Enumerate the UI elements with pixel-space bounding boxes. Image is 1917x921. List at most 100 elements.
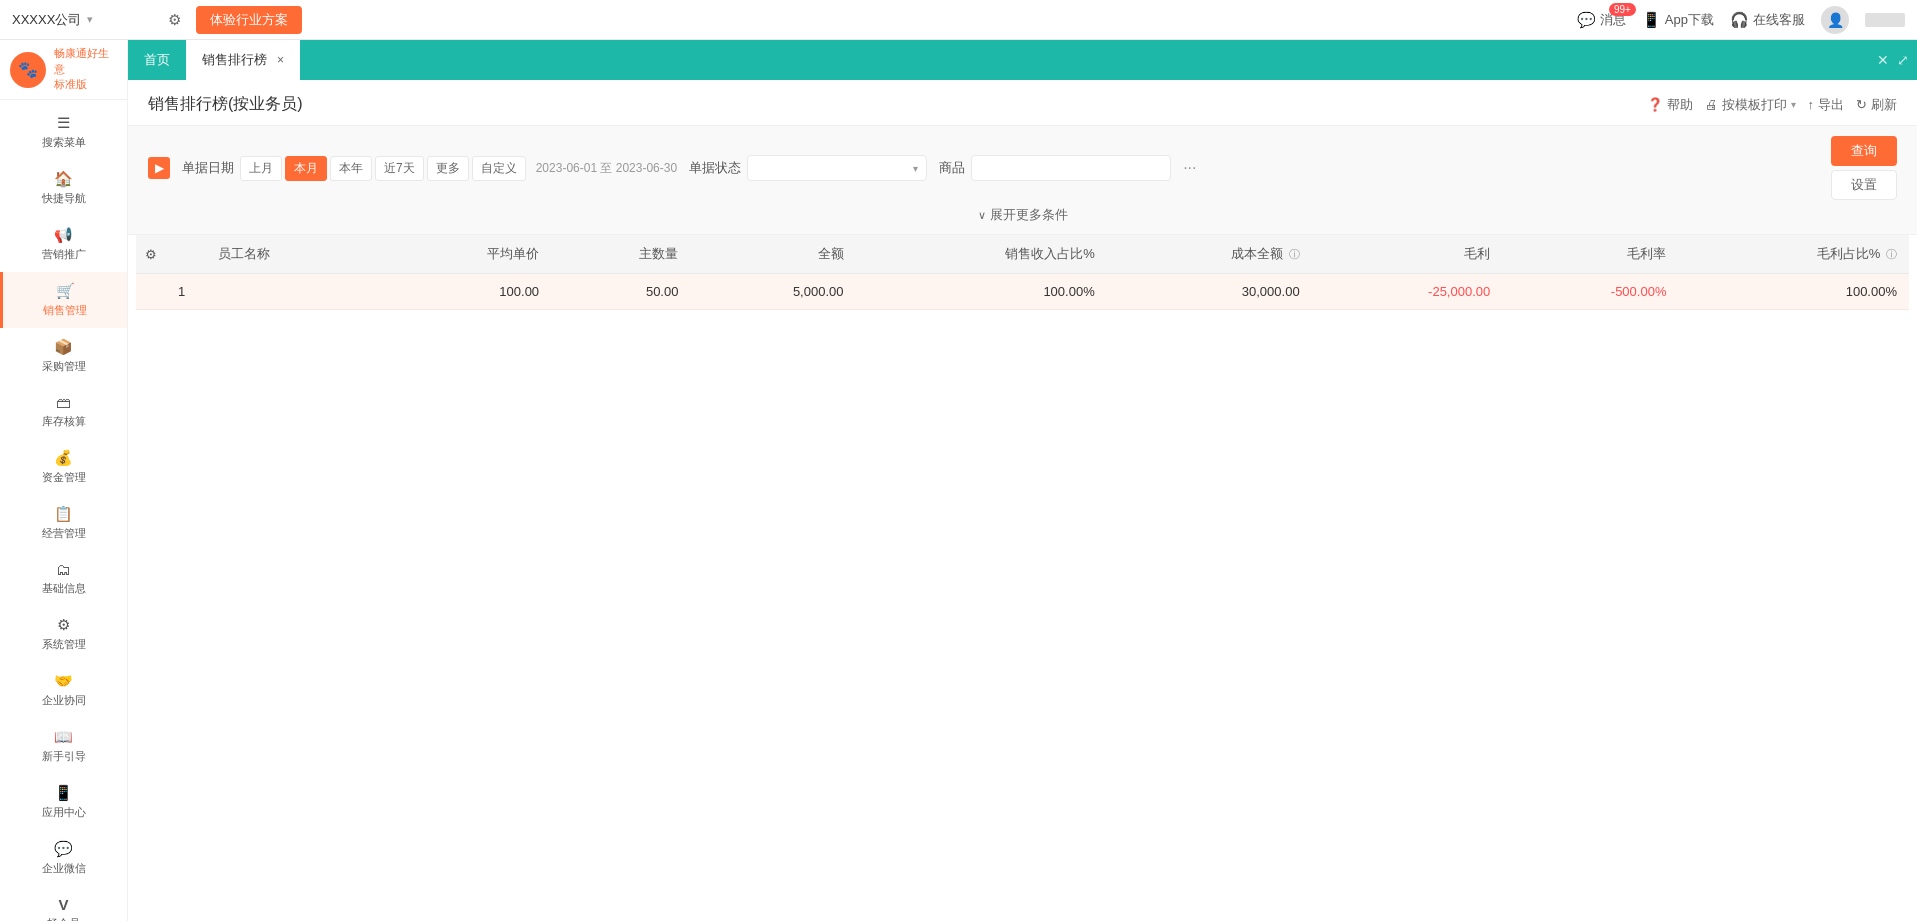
app-center-icon: 📱 bbox=[54, 784, 73, 802]
operations-icon: 📋 bbox=[54, 505, 73, 523]
help-icon: ❓ bbox=[1647, 97, 1663, 112]
message-btn[interactable]: 💬 消息 99+ bbox=[1577, 11, 1626, 29]
sales-icon: 🛒 bbox=[56, 282, 75, 300]
tab-home-label: 首页 bbox=[144, 51, 170, 69]
logo-area: 🐾 畅康通好生意 标准版 bbox=[0, 40, 127, 100]
row-cost-amount: 30,000.00 bbox=[1107, 274, 1312, 310]
sidebar-item-marketing[interactable]: 📢 营销推广 bbox=[0, 216, 127, 272]
status-filter-label: 单据状态 bbox=[689, 159, 741, 177]
sidebar-item-quick-nav[interactable]: 🏠 快捷导航 bbox=[0, 160, 127, 216]
col-gross-rate: 毛利率 bbox=[1502, 235, 1678, 274]
sidebar-item-app-center[interactable]: 📱 应用中心 bbox=[0, 774, 127, 830]
finance-icon: 💰 bbox=[54, 449, 73, 467]
date-filter-label: 单据日期 bbox=[182, 159, 234, 177]
help-btn[interactable]: ❓ 帮助 bbox=[1647, 96, 1693, 114]
status-select[interactable]: ▾ bbox=[747, 155, 927, 181]
table-row: 1 100.00 50.00 5,000.00 100.00% 30,000.0… bbox=[136, 274, 1909, 310]
filter-ellipsis[interactable]: ··· bbox=[1183, 159, 1196, 177]
row-gross-pct: 100.00% bbox=[1678, 274, 1909, 310]
sidebar-item-operations[interactable]: 📋 经营管理 bbox=[0, 495, 127, 551]
tab-home[interactable]: 首页 bbox=[128, 40, 186, 80]
row-settings-cell bbox=[136, 274, 166, 310]
online-service-btn[interactable]: 🎧 在线客服 bbox=[1730, 11, 1805, 29]
filter-collapse-btn[interactable]: ▶ bbox=[148, 157, 170, 179]
date-btn-7days[interactable]: 近7天 bbox=[375, 156, 424, 181]
sidebar-label-sales: 销售管理 bbox=[43, 303, 87, 318]
sidebar-item-inventory[interactable]: 🗃 库存核算 bbox=[0, 384, 127, 439]
user-name bbox=[1865, 13, 1905, 27]
print-label: 按模板打印 bbox=[1722, 96, 1787, 114]
refresh-btn[interactable]: ↻ 刷新 bbox=[1856, 96, 1897, 114]
date-filter-group: 单据日期 上月 本月 本年 近7天 更多 自定义 2023-06-01 至 20… bbox=[182, 156, 677, 181]
print-template-btn[interactable]: 🖨 按模板打印 ▾ bbox=[1705, 96, 1796, 114]
online-service-label: 在线客服 bbox=[1753, 11, 1805, 29]
status-filter-group: 单据状态 ▾ bbox=[689, 155, 927, 181]
sidebar-item-basic-info[interactable]: 🗂 基础信息 bbox=[0, 551, 127, 606]
goods-select[interactable] bbox=[971, 155, 1171, 181]
company-chevron-icon: ▾ bbox=[87, 13, 93, 26]
sidebar-item-vip[interactable]: V 畅会员 bbox=[0, 886, 127, 921]
tab-expand-icon[interactable]: ⤢ bbox=[1897, 52, 1909, 68]
tab-sales-ranking[interactable]: 销售排行榜 × bbox=[186, 40, 300, 80]
sidebar-item-guide[interactable]: 📖 新手引导 bbox=[0, 718, 127, 774]
date-btn-custom[interactable]: 自定义 bbox=[472, 156, 526, 181]
sidebar-label-vip: 畅会员 bbox=[47, 916, 80, 921]
col-cost-amount: 成本全额 ⓘ bbox=[1107, 235, 1312, 274]
basic-info-icon: 🗂 bbox=[56, 561, 71, 578]
help-label: 帮助 bbox=[1667, 96, 1693, 114]
sidebar-item-sales[interactable]: 🛒 销售管理 bbox=[0, 272, 127, 328]
sidebar-item-wechat[interactable]: 💬 企业微信 bbox=[0, 830, 127, 886]
col-settings[interactable]: ⚙ bbox=[136, 235, 166, 274]
row-rank: 1 bbox=[166, 274, 206, 310]
export-icon: ↑ bbox=[1808, 97, 1815, 112]
collab-icon: 🤝 bbox=[54, 672, 73, 690]
export-btn[interactable]: ↑ 导出 bbox=[1808, 96, 1845, 114]
settings-button[interactable]: 设置 bbox=[1831, 170, 1897, 200]
sidebar-label-search: 搜索菜单 bbox=[42, 135, 86, 150]
company-name: XXXXX公司 bbox=[12, 11, 81, 29]
col-sales-pct: 销售收入占比% bbox=[856, 235, 1107, 274]
date-btn-last-month[interactable]: 上月 bbox=[240, 156, 282, 181]
vip-icon: V bbox=[58, 896, 68, 913]
app-download-label: App下载 bbox=[1665, 11, 1714, 29]
print-chevron-icon: ▾ bbox=[1791, 99, 1796, 110]
sidebar-item-purchase[interactable]: 📦 采购管理 bbox=[0, 328, 127, 384]
gross-pct-info-icon[interactable]: ⓘ bbox=[1886, 248, 1897, 260]
sidebar-label-purchase: 采购管理 bbox=[42, 359, 86, 374]
sidebar-label-app-center: 应用中心 bbox=[42, 805, 86, 820]
home-icon: 🏠 bbox=[54, 170, 73, 188]
page-title: 销售排行榜(按业务员) bbox=[148, 94, 303, 115]
row-gross-profit: -25,000.00 bbox=[1312, 274, 1503, 310]
date-btn-more[interactable]: 更多 bbox=[427, 156, 469, 181]
tab-close-window-icon[interactable]: ✕ bbox=[1877, 52, 1889, 68]
sidebar-label-marketing: 营销推广 bbox=[42, 247, 86, 262]
col-rank bbox=[166, 235, 206, 274]
sidebar-label-guide: 新手引导 bbox=[42, 749, 86, 764]
query-button[interactable]: 查询 bbox=[1831, 136, 1897, 166]
sidebar-item-search[interactable]: ☰ 搜索菜单 bbox=[0, 104, 127, 160]
row-main-qty: 50.00 bbox=[551, 274, 690, 310]
date-btn-this-year[interactable]: 本年 bbox=[330, 156, 372, 181]
search-icon: ☰ bbox=[57, 114, 70, 132]
sidebar-label-operations: 经营管理 bbox=[42, 526, 86, 541]
app-download-btn[interactable]: 📱 App下载 bbox=[1642, 11, 1714, 29]
row-sales-pct: 100.00% bbox=[856, 274, 1107, 310]
sidebar-item-enterprise-collab[interactable]: 🤝 企业协同 bbox=[0, 662, 127, 718]
col-gross-profit: 毛利 bbox=[1312, 235, 1503, 274]
company-selector[interactable]: XXXXX公司 ▾ bbox=[12, 11, 152, 29]
sidebar-item-system[interactable]: ⚙ 系统管理 bbox=[0, 606, 127, 662]
cost-info-icon[interactable]: ⓘ bbox=[1289, 248, 1300, 260]
sidebar-item-finance[interactable]: 💰 资金管理 bbox=[0, 439, 127, 495]
guide-icon: 📖 bbox=[54, 728, 73, 746]
expand-more-btn[interactable]: ∨ 展开更多条件 bbox=[978, 206, 1068, 224]
date-btn-this-month[interactable]: 本月 bbox=[285, 156, 327, 181]
settings-icon-btn[interactable]: ⚙ bbox=[160, 6, 188, 34]
goods-select-text bbox=[980, 160, 1162, 176]
trial-btn[interactable]: 体验行业方案 bbox=[196, 6, 302, 34]
tab-close-icon[interactable]: × bbox=[277, 53, 284, 67]
sidebar-label-quick-nav: 快捷导航 bbox=[42, 191, 86, 206]
row-avg-price: 100.00 bbox=[383, 274, 551, 310]
expand-more-label: 展开更多条件 bbox=[990, 206, 1068, 224]
message-icon: 💬 bbox=[1577, 11, 1596, 29]
sidebar-label-finance: 资金管理 bbox=[42, 470, 86, 485]
